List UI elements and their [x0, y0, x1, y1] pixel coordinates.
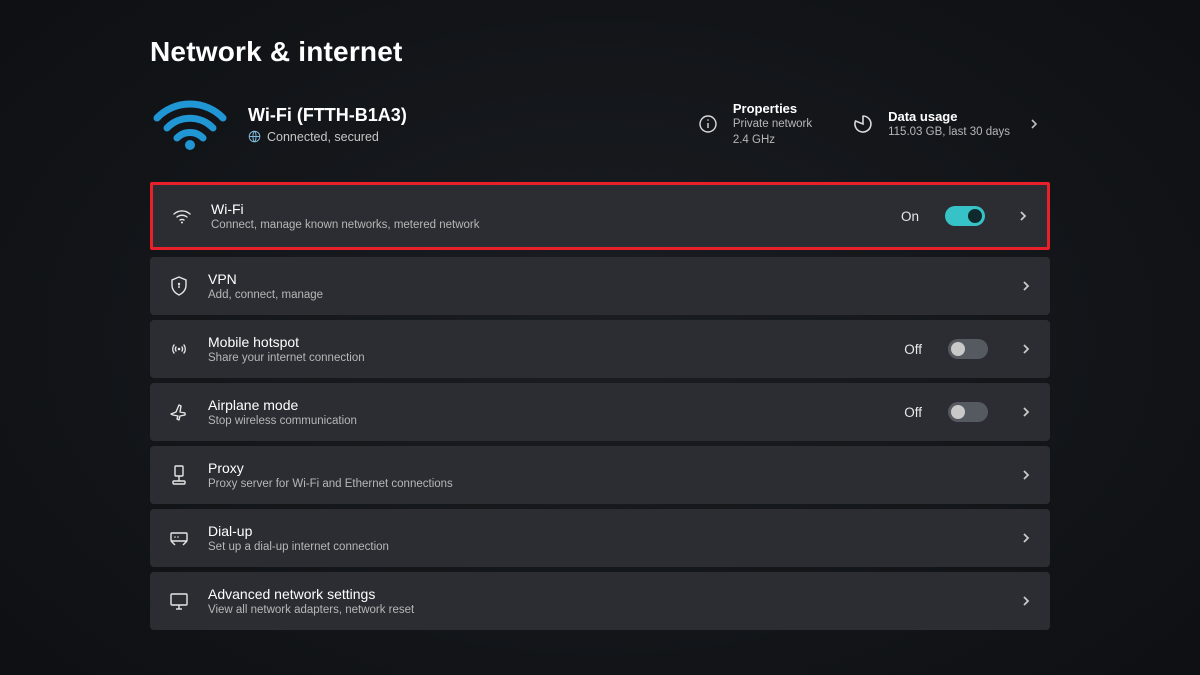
data-usage-icon	[850, 111, 876, 137]
advanced-sub: View all network adapters, network reset	[208, 604, 988, 616]
globe-icon	[248, 130, 261, 143]
connection-status: Connected, secured	[267, 130, 379, 144]
wifi-signal-icon	[150, 94, 230, 154]
properties-line2: 2.4 GHz	[733, 133, 812, 148]
airplane-sub: Stop wireless communication	[208, 415, 886, 427]
vpn-row[interactable]: VPN Add, connect, manage	[150, 257, 1050, 315]
properties-button[interactable]: Properties Private network 2.4 GHz	[685, 95, 822, 154]
chevron-right-icon	[1020, 595, 1032, 607]
info-icon	[695, 111, 721, 137]
properties-title: Properties	[733, 101, 812, 116]
monitor-icon	[168, 590, 190, 612]
chevron-right-icon	[1020, 406, 1032, 418]
wifi-toggle-label: On	[901, 209, 919, 224]
vpn-sub: Add, connect, manage	[208, 289, 988, 301]
proxy-sub: Proxy server for Wi-Fi and Ethernet conn…	[208, 478, 988, 490]
hotspot-title: Mobile hotspot	[208, 334, 886, 350]
airplane-toggle[interactable]	[948, 402, 988, 422]
shield-icon	[168, 275, 190, 297]
chevron-right-icon	[1020, 343, 1032, 355]
wifi-title: Wi-Fi	[211, 201, 883, 217]
hotspot-toggle-label: Off	[904, 342, 922, 357]
chevron-right-icon	[1020, 532, 1032, 544]
hotspot-icon	[168, 338, 190, 360]
wifi-toggle[interactable]	[945, 206, 985, 226]
proxy-icon	[168, 464, 190, 486]
data-usage-button[interactable]: Data usage 115.03 GB, last 30 days	[840, 103, 1050, 146]
dialup-sub: Set up a dial-up internet connection	[208, 541, 988, 553]
connection-name: Wi-Fi (FTTH-B1A3)	[248, 105, 407, 126]
chevron-right-icon	[1020, 469, 1032, 481]
wifi-row[interactable]: Wi-Fi Connect, manage known networks, me…	[150, 182, 1050, 250]
hotspot-toggle[interactable]	[948, 339, 988, 359]
chevron-right-icon	[1020, 280, 1032, 292]
connection-header: Wi-Fi (FTTH-B1A3) Connected, secured Pro…	[150, 94, 1050, 154]
dialup-icon	[168, 527, 190, 549]
hotspot-sub: Share your internet connection	[208, 352, 886, 364]
airplane-icon	[168, 401, 190, 423]
data-usage-sub: 115.03 GB, last 30 days	[888, 125, 1010, 140]
airplane-row[interactable]: Airplane mode Stop wireless communicatio…	[150, 383, 1050, 441]
data-usage-title: Data usage	[888, 109, 1010, 124]
advanced-title: Advanced network settings	[208, 586, 988, 602]
advanced-row[interactable]: Advanced network settings View all netwo…	[150, 572, 1050, 630]
dialup-title: Dial-up	[208, 523, 988, 539]
wifi-sub: Connect, manage known networks, metered …	[211, 219, 883, 231]
proxy-row[interactable]: Proxy Proxy server for Wi-Fi and Etherne…	[150, 446, 1050, 504]
chevron-right-icon	[1017, 210, 1029, 222]
page-title: Network & internet	[150, 36, 1050, 68]
proxy-title: Proxy	[208, 460, 988, 476]
wifi-icon	[171, 205, 193, 227]
properties-line1: Private network	[733, 117, 812, 132]
airplane-toggle-label: Off	[904, 405, 922, 420]
chevron-right-icon	[1028, 118, 1040, 130]
airplane-title: Airplane mode	[208, 397, 886, 413]
dialup-row[interactable]: Dial-up Set up a dial-up internet connec…	[150, 509, 1050, 567]
vpn-title: VPN	[208, 271, 988, 287]
hotspot-row[interactable]: Mobile hotspot Share your internet conne…	[150, 320, 1050, 378]
